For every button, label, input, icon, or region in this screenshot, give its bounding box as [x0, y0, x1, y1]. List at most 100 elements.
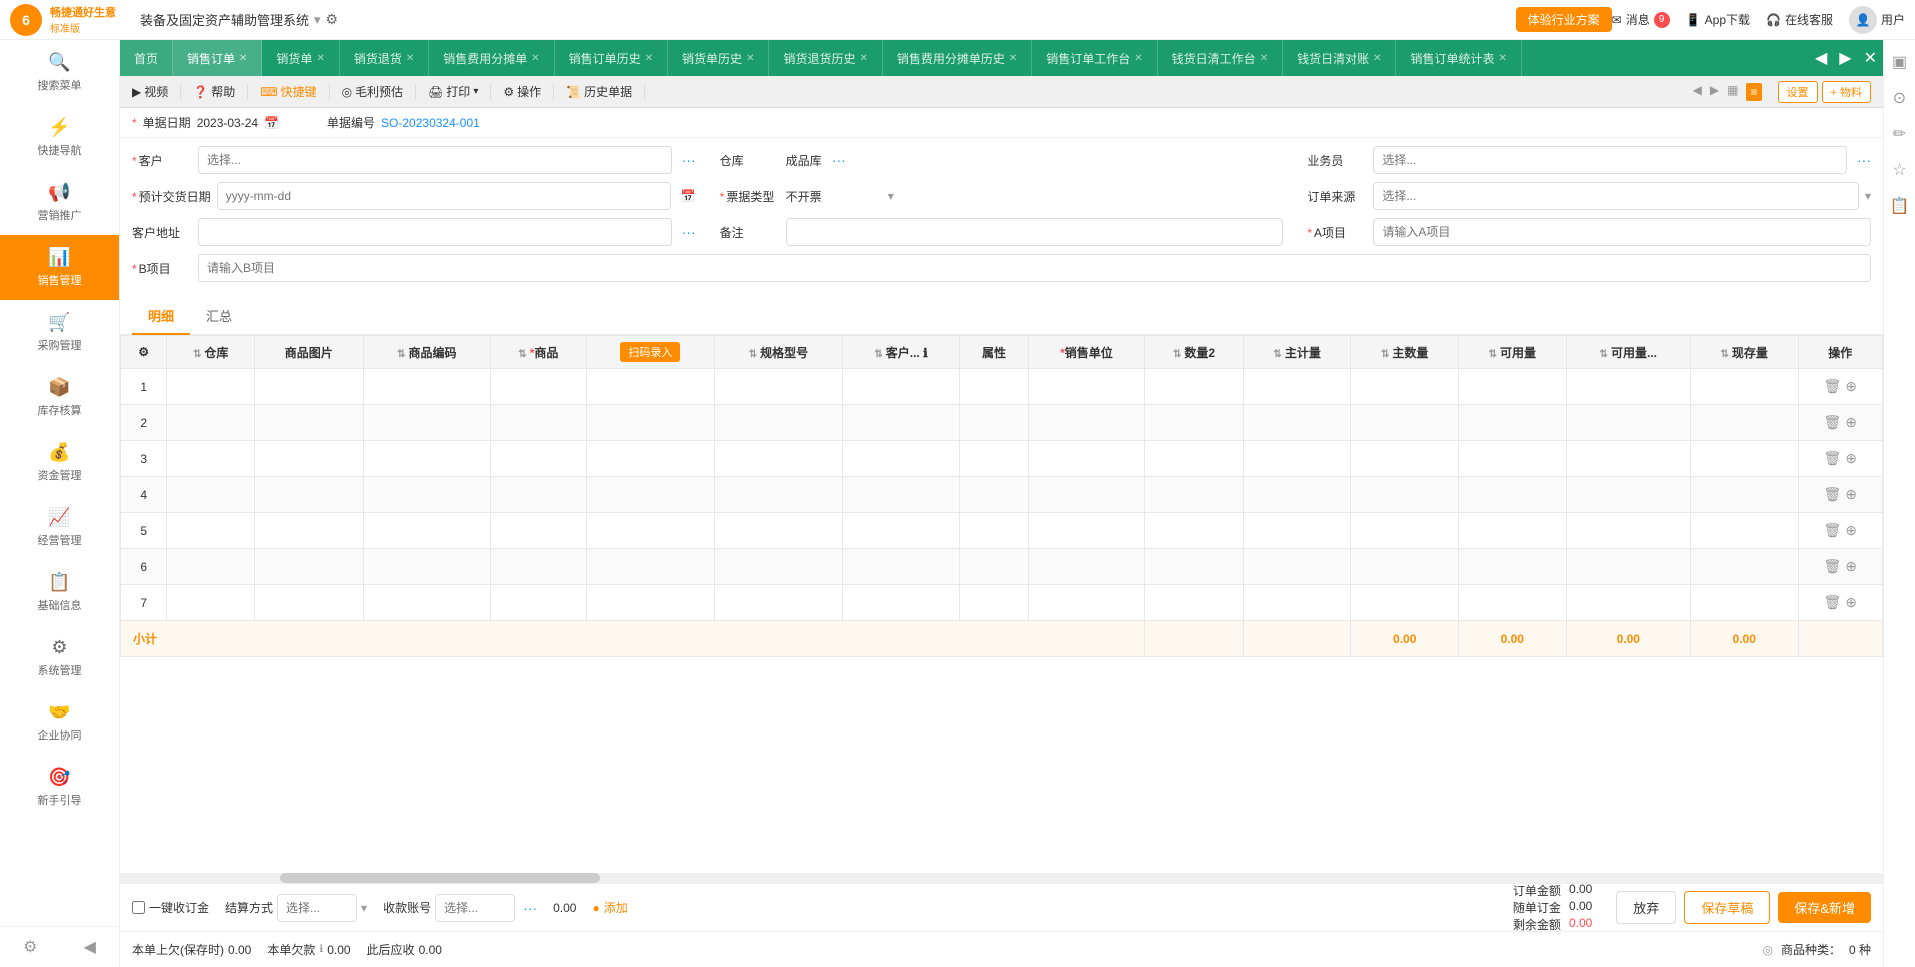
tab-summary[interactable]: 汇总 [190, 298, 248, 335]
order-source-input[interactable] [1373, 182, 1859, 210]
save-new-button[interactable]: 保存&新增 [1778, 892, 1871, 923]
row-copy-icon[interactable]: ⊕ [1845, 414, 1857, 431]
tab-home[interactable]: 首页 [120, 40, 173, 76]
sidebar-item-operations[interactable]: 📈 经营管理 [0, 495, 119, 560]
row-delete-icon[interactable]: 🗑 [1823, 414, 1841, 431]
remark-input[interactable] [786, 218, 1284, 246]
a-project-input[interactable] [1373, 218, 1871, 246]
tab-prev-button[interactable]: ◀ [1809, 48, 1833, 68]
tab-close-return[interactable]: ✕ [406, 53, 414, 64]
salesperson-expand-icon[interactable]: ··· [1857, 152, 1871, 168]
row-delete-icon[interactable]: 🗑 [1823, 522, 1841, 539]
messages-button[interactable]: ✉ 消息 9 [1612, 11, 1670, 28]
panel-icon-2[interactable]: ⊙ [1889, 84, 1910, 112]
customer-addr-input[interactable] [198, 218, 672, 246]
prev-record-icon[interactable]: ◀ [1693, 83, 1702, 101]
calendar-icon-delivery[interactable]: 📅 [681, 189, 696, 203]
toolbar-profit[interactable]: ◎ 毛利预估 [342, 83, 404, 100]
scrollbar-thumb[interactable] [280, 873, 600, 883]
sidebar-item-guide[interactable]: 🎯 新手引导 [0, 755, 119, 820]
tab-close-order-history[interactable]: ✕ [645, 53, 653, 64]
user-button[interactable]: 👤 用户 [1849, 6, 1905, 34]
customer-input[interactable] [198, 146, 672, 174]
tab-menu-button[interactable]: ✕ [1858, 48, 1883, 68]
panel-icon-5[interactable]: 📋 [1886, 192, 1914, 220]
tab-close-stats[interactable]: ✕ [1499, 53, 1507, 64]
row-delete-icon[interactable]: 🗑 [1823, 486, 1841, 503]
delivery-date-input[interactable] [217, 182, 671, 210]
tab-close-sales-order[interactable]: ✕ [239, 53, 247, 64]
row-delete-icon[interactable]: 🗑 [1823, 378, 1841, 395]
sidebar-item-quicknav[interactable]: ⚡ 快捷导航 [0, 105, 119, 170]
tab-close-daily-workbench[interactable]: ✕ [1260, 53, 1268, 64]
addr-expand-icon[interactable]: ··· [682, 224, 696, 240]
tab-order-history[interactable]: 销售订单历史 ✕ [555, 40, 668, 76]
toolbar-operation[interactable]: ⚙ 操作 [503, 83, 541, 100]
tab-close-invoice[interactable]: ✕ [316, 53, 324, 64]
payment-method-input[interactable] [277, 894, 357, 922]
row-copy-icon[interactable]: ⊕ [1845, 522, 1857, 539]
row-copy-icon[interactable]: ⊕ [1845, 450, 1857, 467]
online-service-button[interactable]: 🎧 在线客服 [1766, 11, 1833, 28]
sidebar-item-marketing[interactable]: 📢 营销推广 [0, 170, 119, 235]
chevron-down-icon-payment[interactable]: ▾ [361, 901, 367, 915]
tab-daily-workbench[interactable]: 钱货日清工作台 ✕ [1158, 40, 1283, 76]
warehouse-expand-icon[interactable]: ··· [832, 152, 846, 168]
toolbar-view[interactable]: ▶ 视频 [132, 83, 168, 100]
salesperson-input[interactable] [1373, 146, 1847, 174]
toolbar-help[interactable]: ❓ 帮助 [193, 83, 235, 100]
list-view-icon[interactable]: ≡ [1746, 83, 1761, 101]
row-delete-icon[interactable]: 🗑 [1823, 558, 1841, 575]
panel-icon-3[interactable]: ✏ [1889, 120, 1910, 148]
tab-sales-order[interactable]: 销售订单 ✕ [173, 40, 262, 76]
add-material-button[interactable]: + 物料 [1822, 81, 1872, 103]
trial-button[interactable]: 体验行业方案 [1516, 7, 1612, 32]
row-delete-icon[interactable]: 🗑 [1823, 450, 1841, 467]
deposit-checkbox[interactable] [132, 901, 145, 914]
row-delete-icon[interactable]: 🗑 [1823, 594, 1841, 611]
sidebar-item-system[interactable]: ⚙ 系统管理 [0, 625, 119, 690]
chevron-down-icon-invoice[interactable]: ▾ [888, 189, 894, 203]
chevron-down-icon[interactable]: ▾ [314, 12, 321, 28]
toolbar-shortcut[interactable]: ⌨ 快捷键 [260, 83, 316, 100]
toolbar-print[interactable]: 🖨 打印 ▾ [428, 83, 478, 100]
sidebar-item-basic-info[interactable]: 📋 基础信息 [0, 560, 119, 625]
sidebar-item-inventory[interactable]: 📦 库存核算 [0, 365, 119, 430]
sidebar-item-finance[interactable]: 💰 资金管理 [0, 430, 119, 495]
account-expand-icon[interactable]: ··· [523, 900, 537, 916]
panel-icon-1[interactable]: ▣ [1888, 48, 1911, 76]
account-input[interactable] [435, 894, 515, 922]
tab-detail[interactable]: 明细 [132, 298, 190, 335]
tab-close-daily-recon[interactable]: ✕ [1373, 53, 1381, 64]
chevron-down-icon-source[interactable]: ▾ [1865, 189, 1871, 203]
tab-stats[interactable]: 销售订单统计表 ✕ [1396, 40, 1521, 76]
tab-invoice-history[interactable]: 销货单历史 ✕ [668, 40, 769, 76]
tab-close-expense-split[interactable]: ✕ [531, 53, 539, 64]
gear-icon[interactable]: ⚙ [326, 11, 339, 28]
discard-button[interactable]: 放弃 [1616, 891, 1676, 924]
tab-invoice[interactable]: 销货单 ✕ [262, 40, 339, 76]
settings-footer-icon[interactable]: ⚙ [23, 937, 37, 957]
sidebar-item-collab[interactable]: 🤝 企业协同 [0, 690, 119, 755]
row-copy-icon[interactable]: ⊕ [1845, 558, 1857, 575]
row-copy-icon[interactable]: ⊕ [1845, 486, 1857, 503]
tab-close-return-history[interactable]: ✕ [859, 53, 867, 64]
row-copy-icon[interactable]: ⊕ [1845, 594, 1857, 611]
scan-button[interactable]: 扫码录入 [620, 342, 680, 362]
tab-next-button[interactable]: ▶ [1833, 48, 1857, 68]
grid-view-icon[interactable]: ▦ [1727, 83, 1738, 101]
row-copy-icon[interactable]: ⊕ [1845, 378, 1857, 395]
calendar-icon[interactable]: 📅 [264, 116, 279, 130]
sidebar-item-sales[interactable]: 📊 销售管理 [0, 235, 119, 300]
save-draft-button[interactable]: 保存草稿 [1684, 891, 1770, 924]
next-record-icon[interactable]: ▶ [1710, 83, 1719, 101]
tab-close-expense-history[interactable]: ✕ [1009, 53, 1017, 64]
toolbar-history[interactable]: 📜 历史单据 [566, 83, 632, 100]
tab-expense-history[interactable]: 销售费用分摊单历史 ✕ [883, 40, 1032, 76]
b-project-input[interactable] [198, 254, 1871, 282]
tab-order-workbench[interactable]: 销售订单工作台 ✕ [1032, 40, 1157, 76]
add-button[interactable]: ● 添加 [592, 899, 627, 916]
sidebar-item-search[interactable]: 🔍 搜索菜单 [0, 40, 119, 105]
tab-daily-recon[interactable]: 钱货日清对账 ✕ [1283, 40, 1396, 76]
customer-expand-icon[interactable]: ··· [682, 152, 696, 168]
